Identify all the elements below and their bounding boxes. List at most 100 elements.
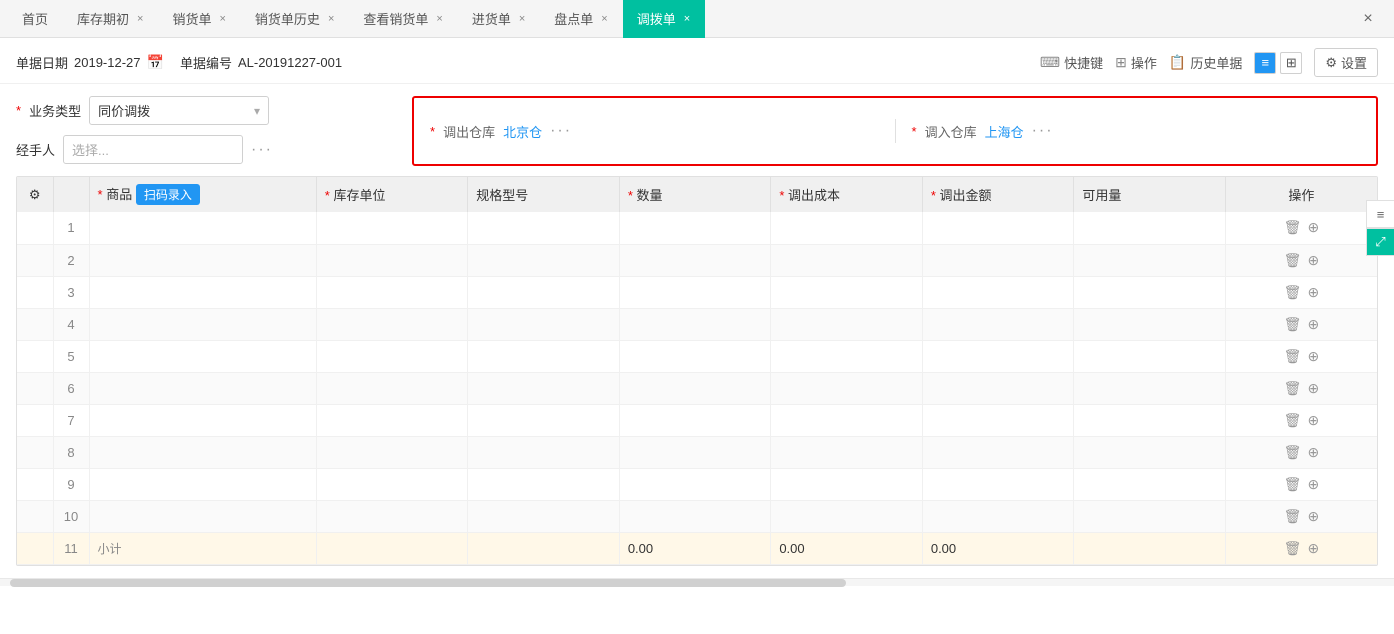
window-close-button[interactable]: × <box>1350 0 1386 38</box>
row-amount-cell[interactable] <box>922 404 1074 436</box>
row-avail-cell[interactable] <box>1074 244 1226 276</box>
row-avail-cell[interactable] <box>1074 372 1226 404</box>
row-qty-cell[interactable] <box>619 372 771 404</box>
copy-icon[interactable]: ⊕ <box>1307 380 1319 397</box>
operation-btn[interactable]: ⊞ 操作 <box>1115 53 1157 72</box>
row-amount-cell[interactable] <box>922 276 1074 308</box>
row-unit-cell[interactable] <box>316 468 468 500</box>
settings-btn[interactable]: ⚙ 设置 <box>1314 48 1378 77</box>
row-avail-cell[interactable] <box>1074 212 1226 244</box>
delete-icon[interactable]: 🗑 <box>1284 219 1302 236</box>
tab-view-sales-close[interactable]: × <box>436 13 442 25</box>
row-qty-cell[interactable] <box>619 436 771 468</box>
grid-view-btn[interactable]: ⊞ <box>1280 52 1302 74</box>
business-type-select[interactable]: 同价调拨 ▾ <box>89 96 269 125</box>
scan-button[interactable]: 扫码录入 <box>136 184 200 205</box>
row-avail-cell[interactable] <box>1074 276 1226 308</box>
copy-icon[interactable]: ⊕ <box>1307 444 1319 461</box>
delete-icon[interactable]: 🗑 <box>1284 348 1302 365</box>
shortcut-btn[interactable]: ⌨ 快捷键 <box>1040 53 1103 72</box>
row-product-cell[interactable] <box>89 340 316 372</box>
copy-icon[interactable]: ⊕ <box>1307 412 1319 429</box>
row-qty-cell[interactable] <box>619 340 771 372</box>
row-unit-cell[interactable] <box>316 404 468 436</box>
row-unit-cell[interactable] <box>316 372 468 404</box>
tab-transfer-order[interactable]: 调拨单 × <box>623 0 705 38</box>
tab-inventory-check[interactable]: 盘点单 × <box>540 0 622 38</box>
delete-icon[interactable]: 🗑 <box>1284 412 1302 429</box>
tab-transfer-order-close[interactable]: × <box>684 13 690 25</box>
row-amount-cell[interactable] <box>922 468 1074 500</box>
scrollbar-thumb[interactable] <box>10 579 846 587</box>
tab-purchase-order[interactable]: 进货单 × <box>458 0 540 38</box>
subtotal-delete-icon[interactable]: 🗑 <box>1284 540 1302 557</box>
delete-icon[interactable]: 🗑 <box>1284 476 1302 493</box>
row-product-cell[interactable] <box>89 436 316 468</box>
row-spec-cell[interactable] <box>468 340 620 372</box>
delete-icon[interactable]: 🗑 <box>1284 444 1302 461</box>
tab-inventory-init-close[interactable]: × <box>137 13 143 25</box>
row-cost-cell[interactable] <box>771 372 923 404</box>
row-spec-cell[interactable] <box>468 372 620 404</box>
row-amount-cell[interactable] <box>922 212 1074 244</box>
row-spec-cell[interactable] <box>468 404 620 436</box>
scrollbar-area[interactable] <box>0 578 1394 586</box>
copy-icon[interactable]: ⊕ <box>1307 252 1319 269</box>
row-product-cell[interactable] <box>89 308 316 340</box>
tab-view-sales[interactable]: 查看销货单 × <box>349 0 457 38</box>
row-avail-cell[interactable] <box>1074 436 1226 468</box>
row-unit-cell[interactable] <box>316 500 468 532</box>
row-avail-cell[interactable] <box>1074 308 1226 340</box>
row-amount-cell[interactable] <box>922 500 1074 532</box>
tab-sales-order[interactable]: 销货单 × <box>158 0 240 38</box>
row-product-cell[interactable] <box>89 468 316 500</box>
calendar-icon[interactable]: 📅 <box>147 54 164 71</box>
row-cost-cell[interactable] <box>771 404 923 436</box>
row-qty-cell[interactable] <box>619 308 771 340</box>
row-spec-cell[interactable] <box>468 244 620 276</box>
row-unit-cell[interactable] <box>316 276 468 308</box>
side-expand-btn[interactable]: ⤢ <box>1366 228 1394 256</box>
subtotal-copy-icon[interactable]: ⊕ <box>1307 540 1319 557</box>
list-view-btn[interactable]: ≡ <box>1254 52 1276 74</box>
side-list-btn[interactable]: ≡ <box>1366 200 1394 228</box>
tab-inventory-check-close[interactable]: × <box>601 13 607 25</box>
copy-icon[interactable]: ⊕ <box>1307 316 1319 333</box>
row-unit-cell[interactable] <box>316 308 468 340</box>
row-unit-cell[interactable] <box>316 212 468 244</box>
row-qty-cell[interactable] <box>619 500 771 532</box>
tab-inventory-init[interactable]: 库存期初 × <box>63 0 158 38</box>
copy-icon[interactable]: ⊕ <box>1307 219 1319 236</box>
row-cost-cell[interactable] <box>771 340 923 372</box>
row-product-cell[interactable] <box>89 244 316 276</box>
row-qty-cell[interactable] <box>619 468 771 500</box>
row-avail-cell[interactable] <box>1074 500 1226 532</box>
row-cost-cell[interactable] <box>771 436 923 468</box>
row-qty-cell[interactable] <box>619 276 771 308</box>
tab-sales-order-close[interactable]: × <box>219 13 225 25</box>
row-spec-cell[interactable] <box>468 436 620 468</box>
transfer-in-more-icon[interactable]: ··· <box>1032 122 1054 140</box>
row-unit-cell[interactable] <box>316 340 468 372</box>
row-amount-cell[interactable] <box>922 340 1074 372</box>
row-cost-cell[interactable] <box>771 468 923 500</box>
row-avail-cell[interactable] <box>1074 340 1226 372</box>
row-amount-cell[interactable] <box>922 372 1074 404</box>
row-unit-cell[interactable] <box>316 244 468 276</box>
copy-icon[interactable]: ⊕ <box>1307 508 1319 525</box>
row-product-cell[interactable] <box>89 404 316 436</box>
delete-icon[interactable]: 🗑 <box>1284 508 1302 525</box>
row-product-cell[interactable] <box>89 372 316 404</box>
tab-sales-history[interactable]: 销货单历史 × <box>241 0 349 38</box>
row-cost-cell[interactable] <box>771 276 923 308</box>
row-product-cell[interactable] <box>89 276 316 308</box>
tab-sales-history-close[interactable]: × <box>328 13 334 25</box>
row-spec-cell[interactable] <box>468 212 620 244</box>
row-unit-cell[interactable] <box>316 436 468 468</box>
transfer-out-more-icon[interactable]: ··· <box>550 122 572 140</box>
delete-icon[interactable]: 🗑 <box>1284 316 1302 333</box>
delete-icon[interactable]: 🗑 <box>1284 252 1302 269</box>
row-qty-cell[interactable] <box>619 244 771 276</box>
row-spec-cell[interactable] <box>468 308 620 340</box>
delete-icon[interactable]: 🗑 <box>1284 380 1302 397</box>
